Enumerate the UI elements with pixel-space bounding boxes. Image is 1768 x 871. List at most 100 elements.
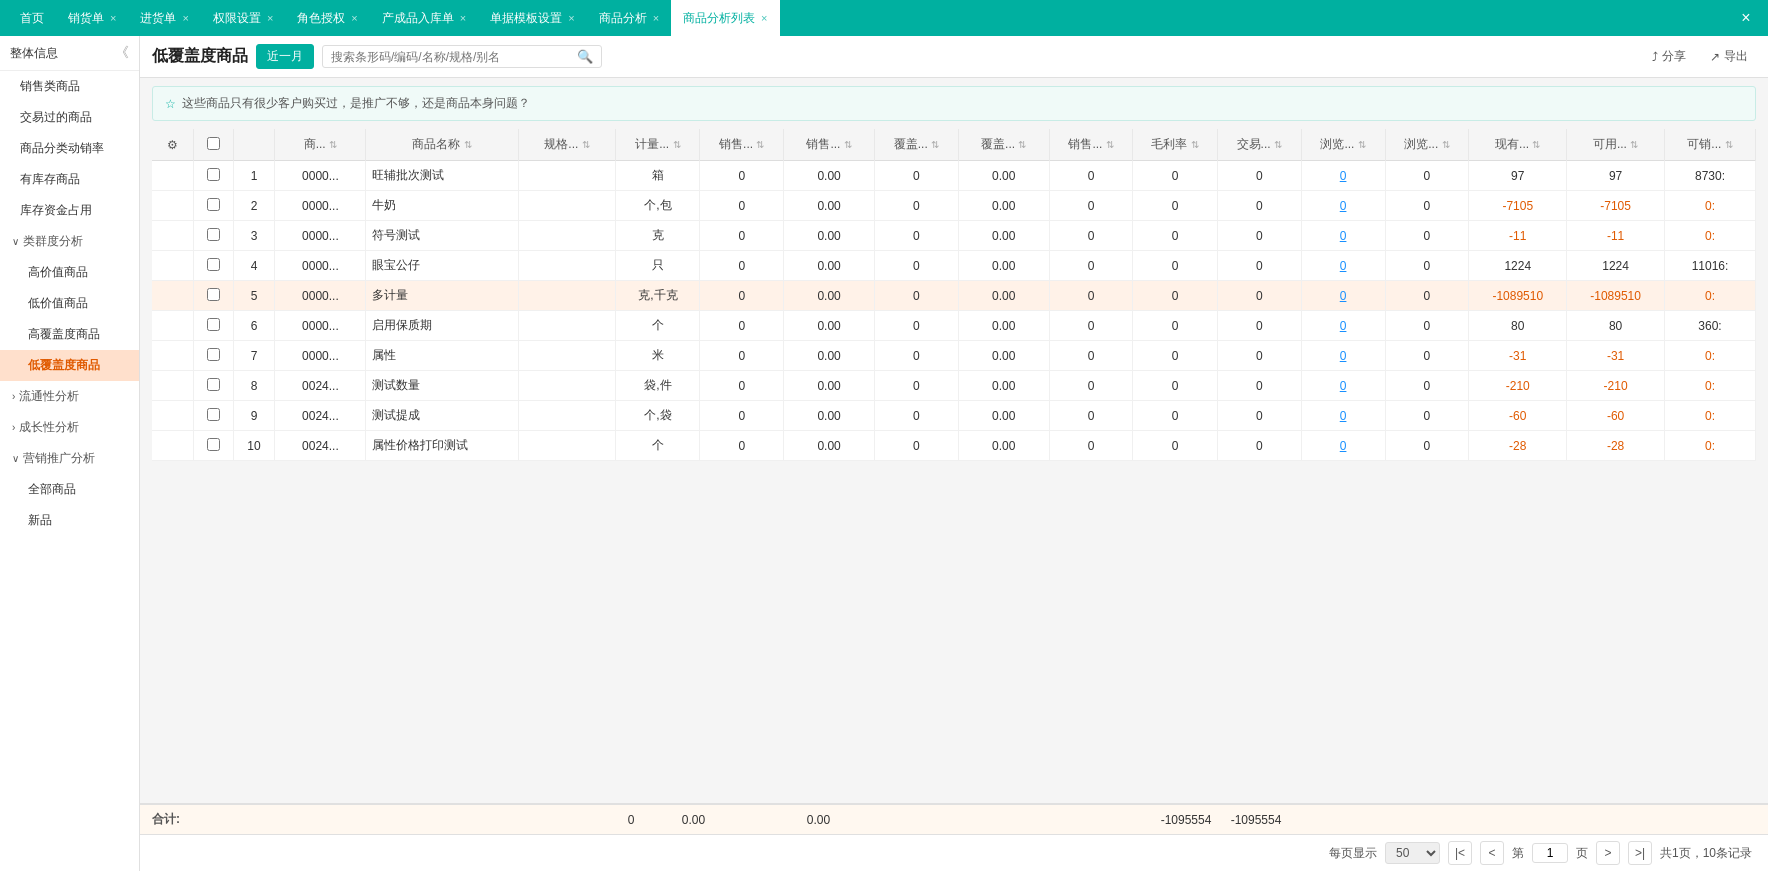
search-input[interactable] <box>331 50 577 64</box>
close-analysis-list-icon[interactable]: × <box>761 12 767 24</box>
cell-trade: 0 <box>1217 341 1301 371</box>
col-name[interactable]: 商品名称 ⇅ <box>366 129 518 161</box>
sidebar-item-sales-goods[interactable]: 销售类商品 <box>0 71 139 102</box>
row-checkbox[interactable] <box>207 438 220 451</box>
col-browse1[interactable]: 浏览... ⇅ <box>1301 129 1385 161</box>
col-current-stock[interactable]: 现有... ⇅ <box>1469 129 1567 161</box>
nav-product-storage[interactable]: 产成品入库单 × <box>370 0 478 36</box>
cell-cover-count: 0 <box>874 371 958 401</box>
table-container: ⚙ 商... ⇅ 商品名称 ⇅ 规格... ⇅ 计量... ⇅ 销售... ⇅ … <box>140 129 1768 803</box>
sidebar-item-traded-goods[interactable]: 交易过的商品 <box>0 102 139 133</box>
cell-browse1[interactable]: 0 <box>1301 221 1385 251</box>
col-cover-rate[interactable]: 覆盖... ⇅ <box>958 129 1049 161</box>
cell-current-stock: -60 <box>1469 401 1567 431</box>
sidebar-section-growth[interactable]: › 成长性分析 <box>0 412 139 443</box>
sidebar-item-low-coverage[interactable]: 低覆盖度商品 <box>0 350 139 381</box>
first-page-button[interactable]: |< <box>1448 841 1472 865</box>
row-checkbox[interactable] <box>207 228 220 241</box>
sidebar-item-category-turnover[interactable]: 商品分类动销率 <box>0 133 139 164</box>
sidebar-item-new-goods[interactable]: 新品 <box>0 505 139 536</box>
row-checkbox[interactable] <box>207 318 220 331</box>
col-spec[interactable]: 规格... ⇅ <box>518 129 616 161</box>
table-row: 9 0024... 测试提成 个,袋 0 0.00 0 0.00 0 0 0 0… <box>152 401 1756 431</box>
nav-home[interactable]: 首页 <box>8 0 56 36</box>
col-code[interactable]: 商... ⇅ <box>275 129 366 161</box>
page-size-select[interactable]: 50 100 200 <box>1385 842 1440 864</box>
nav-permission-settings[interactable]: 权限设置 × <box>201 0 285 36</box>
col-gross-rate[interactable]: 毛利率 ⇅ <box>1133 129 1217 161</box>
arrow-icon: ∨ <box>12 236 19 247</box>
cell-sales-count: 0 <box>700 251 784 281</box>
row-checkbox[interactable] <box>207 408 220 421</box>
nav-role-auth[interactable]: 角色授权 × <box>285 0 369 36</box>
footer-label: 合计: <box>152 811 188 828</box>
sidebar-section-cluster[interactable]: ∨ 类群度分析 <box>0 226 139 257</box>
sidebar-item-high-coverage[interactable]: 高覆盖度商品 <box>0 319 139 350</box>
col-sales-amount[interactable]: 销售... ⇅ <box>784 129 875 161</box>
sidebar-collapse-button[interactable]: 《 <box>115 44 129 62</box>
nav-product-analysis-list[interactable]: 商品分析列表 × <box>671 0 779 36</box>
cell-cover-rate: 0.00 <box>958 341 1049 371</box>
sidebar-item-capital[interactable]: 库存资金占用 <box>0 195 139 226</box>
sidebar-section-liquidity[interactable]: › 流通性分析 <box>0 381 139 412</box>
cell-spec <box>518 341 616 371</box>
col-browse2[interactable]: 浏览... ⇅ <box>1385 129 1469 161</box>
last-page-button[interactable]: >| <box>1628 841 1652 865</box>
export-button[interactable]: ↗ 导出 <box>1702 44 1756 69</box>
close-role-auth-icon[interactable]: × <box>351 12 357 24</box>
cell-checkbox <box>194 311 233 341</box>
nav-template-settings[interactable]: 单据模板设置 × <box>478 0 586 36</box>
cell-cover-rate: 0.00 <box>958 161 1049 191</box>
sidebar-item-all-goods[interactable]: 全部商品 <box>0 474 139 505</box>
close-product-analysis-icon[interactable]: × <box>653 12 659 24</box>
row-checkbox[interactable] <box>207 378 220 391</box>
col-saleable[interactable]: 可销... ⇅ <box>1665 129 1756 161</box>
cell-trade: 0 <box>1217 311 1301 341</box>
close-permission-icon[interactable]: × <box>267 12 273 24</box>
next-page-button[interactable]: > <box>1596 841 1620 865</box>
row-checkbox[interactable] <box>207 288 220 301</box>
filter-near-month-button[interactable]: 近一月 <box>256 44 314 69</box>
cell-browse1[interactable]: 0 <box>1301 191 1385 221</box>
col-sales-days[interactable]: 销售... ⇅ <box>1049 129 1133 161</box>
close-sales-order-icon[interactable]: × <box>110 12 116 24</box>
nav-sales-order[interactable]: 销货单 × <box>56 0 128 36</box>
sidebar-item-high-value[interactable]: 高价值商品 <box>0 257 139 288</box>
sidebar-item-in-stock[interactable]: 有库存商品 <box>0 164 139 195</box>
page-number-input[interactable] <box>1532 843 1568 863</box>
cell-browse2: 0 <box>1385 221 1469 251</box>
row-checkbox[interactable] <box>207 168 220 181</box>
cell-browse1[interactable]: 0 <box>1301 341 1385 371</box>
col-cover-count[interactable]: 覆盖... ⇅ <box>874 129 958 161</box>
cell-browse1[interactable]: 0 <box>1301 161 1385 191</box>
col-trade[interactable]: 交易... ⇅ <box>1217 129 1301 161</box>
cell-cover-rate: 0.00 <box>958 191 1049 221</box>
cell-browse1[interactable]: 0 <box>1301 371 1385 401</box>
cell-browse1[interactable]: 0 <box>1301 311 1385 341</box>
cell-browse1[interactable]: 0 <box>1301 281 1385 311</box>
close-purchase-order-icon[interactable]: × <box>182 12 188 24</box>
cell-browse1[interactable]: 0 <box>1301 251 1385 281</box>
cell-browse1[interactable]: 0 <box>1301 401 1385 431</box>
nav-purchase-order[interactable]: 进货单 × <box>128 0 200 36</box>
row-checkbox[interactable] <box>207 198 220 211</box>
col-unit[interactable]: 计量... ⇅ <box>616 129 700 161</box>
share-button[interactable]: ⤴ 分享 <box>1644 44 1694 69</box>
col-settings[interactable]: ⚙ <box>152 129 194 161</box>
close-all-button[interactable]: × <box>1732 4 1760 32</box>
cell-saleable: 0: <box>1665 401 1756 431</box>
sidebar-item-low-value[interactable]: 低价值商品 <box>0 288 139 319</box>
sidebar-section-marketing[interactable]: ∨ 营销推广分析 <box>0 443 139 474</box>
col-available[interactable]: 可用... ⇅ <box>1567 129 1665 161</box>
row-checkbox[interactable] <box>207 258 220 271</box>
content-header: 低覆盖度商品 近一月 🔍 ⤴ 分享 ↗ 导出 <box>140 36 1768 78</box>
row-checkbox[interactable] <box>207 348 220 361</box>
select-all-checkbox[interactable] <box>207 137 220 150</box>
close-template-icon[interactable]: × <box>568 12 574 24</box>
col-sales-count[interactable]: 销售... ⇅ <box>700 129 784 161</box>
cell-browse1[interactable]: 0 <box>1301 431 1385 461</box>
cell-name: 测试数量 <box>366 371 518 401</box>
nav-product-analysis[interactable]: 商品分析 × <box>587 0 671 36</box>
prev-page-button[interactable]: < <box>1480 841 1504 865</box>
close-product-storage-icon[interactable]: × <box>460 12 466 24</box>
